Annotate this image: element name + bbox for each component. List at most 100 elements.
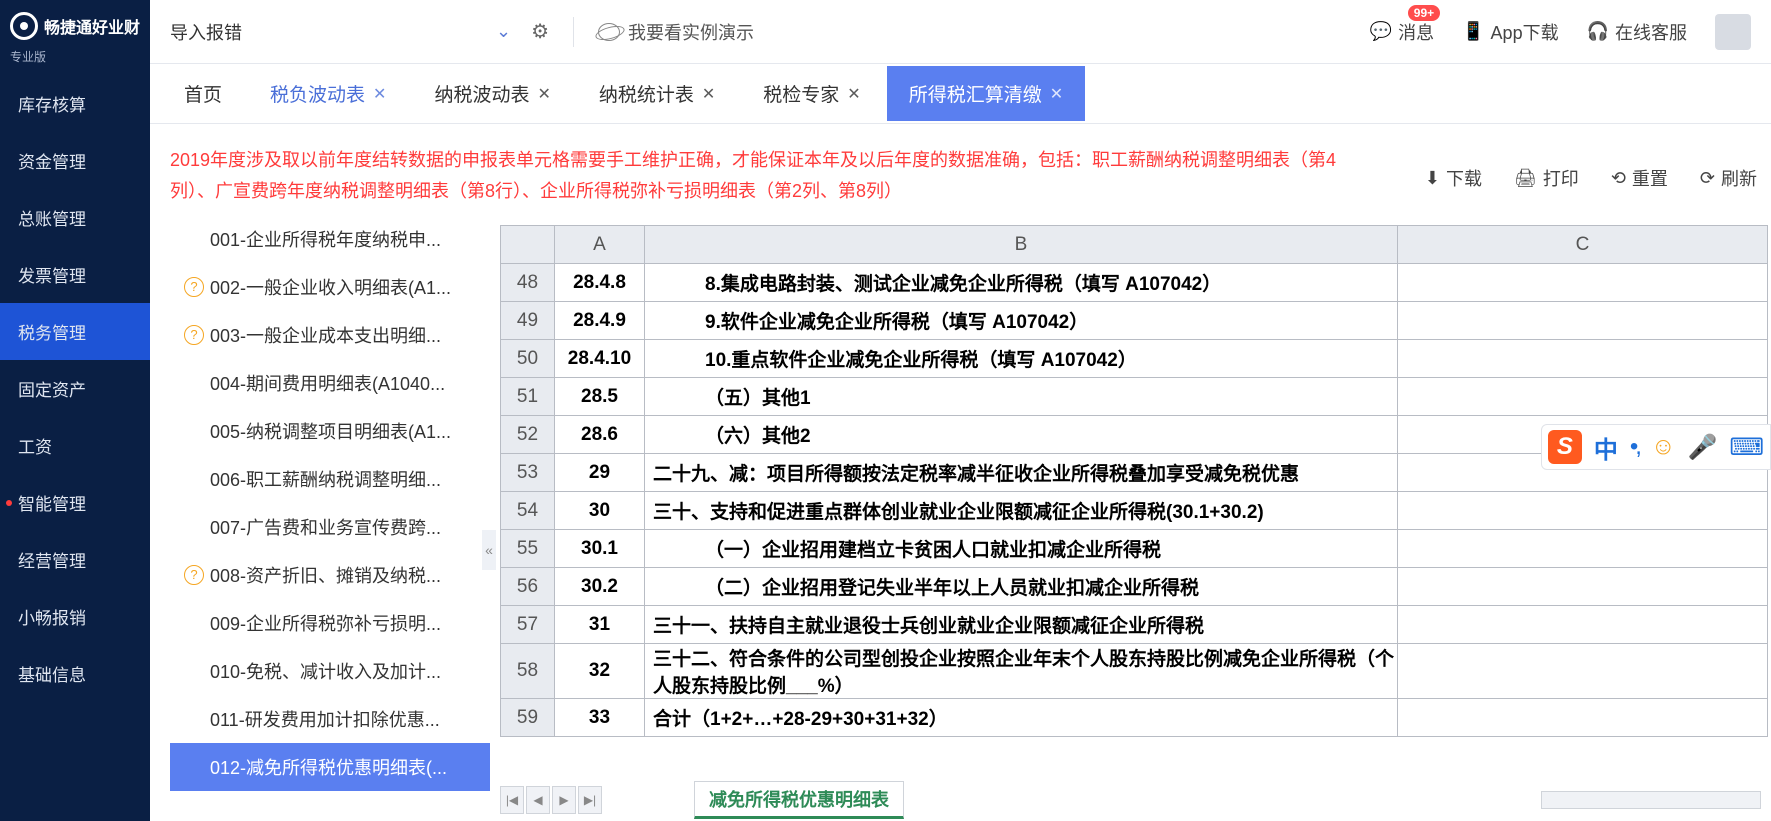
tab-4[interactable]: 税检专家✕ bbox=[741, 66, 882, 121]
form-item-5[interactable]: 006-职工薪酬纳税调整明细... bbox=[170, 455, 490, 503]
cell-c[interactable] bbox=[1398, 340, 1768, 378]
sheet-nav-prev[interactable]: ◀ bbox=[526, 786, 550, 814]
spreadsheet[interactable]: ABC 4828.4.88.集成电路封装、测试企业减免企业所得税（填写 A1070… bbox=[500, 225, 1768, 781]
cell-b[interactable]: 三十一、扶持自主就业退役士兵创业就业企业限额减征企业所得税 bbox=[645, 606, 1398, 644]
nav-item-6[interactable]: 工资 bbox=[0, 417, 150, 474]
cell-a[interactable]: 32 bbox=[555, 644, 645, 699]
row-head[interactable]: 57 bbox=[501, 606, 555, 644]
cell-b[interactable]: （一）企业招用建档立卡贫困人口就业扣减企业所得税 bbox=[645, 530, 1398, 568]
refresh-button[interactable]: ⟳刷新 bbox=[1700, 165, 1757, 191]
avatar[interactable] bbox=[1715, 14, 1751, 50]
form-item-3[interactable]: 004-期间费用明细表(A1040... bbox=[170, 359, 490, 407]
nav-item-9[interactable]: 小畅报销 bbox=[0, 588, 150, 645]
tab-1[interactable]: 税负波动表✕ bbox=[248, 66, 408, 121]
cell-a[interactable]: 28.4.10 bbox=[555, 340, 645, 378]
cell-b[interactable]: 三十、支持和促进重点群体创业就业企业限额减征企业所得税(30.1+30.2) bbox=[645, 492, 1398, 530]
ime-toolbar[interactable]: S 中 •, ☺ 🎤 ⌨ bbox=[1541, 424, 1771, 470]
form-item-7[interactable]: 008-资产折旧、摊销及纳税... bbox=[170, 551, 490, 599]
row-head[interactable]: 55 bbox=[501, 530, 555, 568]
row-head[interactable]: 52 bbox=[501, 416, 555, 454]
search-dropdown[interactable]: 导入报错 ⌄ bbox=[170, 19, 511, 45]
tab-5[interactable]: 所得税汇算清缴✕ bbox=[887, 66, 1085, 121]
cell-c[interactable] bbox=[1398, 378, 1768, 416]
close-icon[interactable]: ✕ bbox=[373, 84, 386, 104]
gear-icon[interactable]: ⚙ bbox=[531, 19, 549, 44]
col-head-A[interactable]: A bbox=[555, 226, 645, 264]
form-item-2[interactable]: 003-一般企业成本支出明细... bbox=[170, 311, 490, 359]
ime-mic-icon[interactable]: 🎤 bbox=[1687, 433, 1717, 462]
cell-a[interactable]: 28.6 bbox=[555, 416, 645, 454]
nav-item-5[interactable]: 固定资产 bbox=[0, 360, 150, 417]
form-item-11[interactable]: 012-减免所得税优惠明细表(... bbox=[170, 743, 490, 791]
cell-b[interactable]: （二）企业招用登记失业半年以上人员就业扣减企业所得税 bbox=[645, 568, 1398, 606]
nav-item-10[interactable]: 基础信息 bbox=[0, 645, 150, 702]
cell-b[interactable]: 10.重点软件企业减免企业所得税（填写 A107042） bbox=[645, 340, 1398, 378]
ime-emoji-icon[interactable]: ☺ bbox=[1651, 433, 1676, 461]
row-head[interactable]: 58 bbox=[501, 644, 555, 699]
cell-b[interactable]: 9.软件企业减免企业所得税（填写 A107042） bbox=[645, 302, 1398, 340]
cell-a[interactable]: 30 bbox=[555, 492, 645, 530]
cell-b[interactable]: 合计（1+2+…+28-29+30+31+32） bbox=[645, 699, 1398, 737]
row-head[interactable]: 53 bbox=[501, 454, 555, 492]
cell-a[interactable]: 28.4.9 bbox=[555, 302, 645, 340]
messages-button[interactable]: 💬 消息 99+ bbox=[1370, 19, 1434, 45]
row-head[interactable]: 59 bbox=[501, 699, 555, 737]
form-item-4[interactable]: 005-纳税调整项目明细表(A1... bbox=[170, 407, 490, 455]
close-icon[interactable]: ✕ bbox=[702, 84, 715, 104]
nav-item-0[interactable]: 库存核算 bbox=[0, 75, 150, 132]
support-button[interactable]: 🎧 在线客服 bbox=[1587, 19, 1687, 45]
row-head[interactable]: 51 bbox=[501, 378, 555, 416]
row-head[interactable]: 48 bbox=[501, 264, 555, 302]
row-head[interactable]: 56 bbox=[501, 568, 555, 606]
sheet-nav-first[interactable]: |◀ bbox=[500, 786, 524, 814]
tab-3[interactable]: 纳税统计表✕ bbox=[577, 66, 737, 121]
tab-0[interactable]: 首页 bbox=[162, 66, 244, 121]
cell-c[interactable] bbox=[1398, 699, 1768, 737]
nav-item-7[interactable]: 智能管理 bbox=[0, 474, 150, 531]
nav-item-4[interactable]: 税务管理 bbox=[0, 303, 150, 360]
cell-a[interactable]: 29 bbox=[555, 454, 645, 492]
demo-link[interactable]: 我要看实例演示 bbox=[598, 19, 754, 45]
form-item-1[interactable]: 002-一般企业收入明细表(A1... bbox=[170, 263, 490, 311]
ime-lang[interactable]: 中 bbox=[1594, 430, 1618, 465]
reset-button[interactable]: ⟲重置 bbox=[1611, 165, 1668, 191]
app-download-button[interactable]: 📱 App下载 bbox=[1462, 19, 1558, 45]
cell-c[interactable] bbox=[1398, 302, 1768, 340]
cell-a[interactable]: 28.4.8 bbox=[555, 264, 645, 302]
form-item-10[interactable]: 011-研发费用加计扣除优惠... bbox=[170, 695, 490, 743]
row-head[interactable]: 54 bbox=[501, 492, 555, 530]
col-head-B[interactable]: B bbox=[645, 226, 1398, 264]
cell-b[interactable]: （六）其他2 bbox=[645, 416, 1398, 454]
ime-punct-icon[interactable]: •, bbox=[1630, 433, 1639, 461]
download-button[interactable]: ⬇下载 bbox=[1425, 165, 1482, 191]
print-button[interactable]: 🖨打印 bbox=[1514, 165, 1579, 191]
horizontal-scrollbar[interactable] bbox=[1541, 791, 1761, 809]
sheet-tab-active[interactable]: 减免所得税优惠明细表 bbox=[694, 781, 904, 819]
cell-c[interactable] bbox=[1398, 568, 1768, 606]
cell-c[interactable] bbox=[1398, 530, 1768, 568]
col-head-C[interactable]: C bbox=[1398, 226, 1768, 264]
nav-item-3[interactable]: 发票管理 bbox=[0, 246, 150, 303]
cell-b[interactable]: 三十二、符合条件的公司型创投企业按照企业年末个人股东持股比例减免企业所得税（个人… bbox=[645, 644, 1398, 699]
nav-item-2[interactable]: 总账管理 bbox=[0, 189, 150, 246]
cell-b[interactable]: 8.集成电路封装、测试企业减免企业所得税（填写 A107042） bbox=[645, 264, 1398, 302]
ime-keyboard-icon[interactable]: ⌨ bbox=[1729, 433, 1764, 462]
row-head[interactable]: 50 bbox=[501, 340, 555, 378]
cell-c[interactable] bbox=[1398, 606, 1768, 644]
cell-a[interactable]: 31 bbox=[555, 606, 645, 644]
cell-c[interactable] bbox=[1398, 644, 1768, 699]
collapse-handle[interactable]: « bbox=[482, 530, 496, 570]
sheet-nav-next[interactable]: ▶ bbox=[552, 786, 576, 814]
cell-a[interactable]: 30.1 bbox=[555, 530, 645, 568]
cell-a[interactable]: 30.2 bbox=[555, 568, 645, 606]
cell-b[interactable]: 二十九、减：项目所得额按法定税率减半征收企业所得税叠加享受减免税优惠 bbox=[645, 454, 1398, 492]
form-item-6[interactable]: 007-广告费和业务宣传费跨... bbox=[170, 503, 490, 551]
cell-a[interactable]: 28.5 bbox=[555, 378, 645, 416]
row-head[interactable]: 49 bbox=[501, 302, 555, 340]
cell-c[interactable] bbox=[1398, 492, 1768, 530]
form-item-8[interactable]: 009-企业所得税弥补亏损明... bbox=[170, 599, 490, 647]
form-item-0[interactable]: 001-企业所得税年度纳税申... bbox=[170, 215, 490, 263]
close-icon[interactable]: ✕ bbox=[537, 84, 550, 104]
nav-item-8[interactable]: 经营管理 bbox=[0, 531, 150, 588]
close-icon[interactable]: ✕ bbox=[847, 84, 860, 104]
